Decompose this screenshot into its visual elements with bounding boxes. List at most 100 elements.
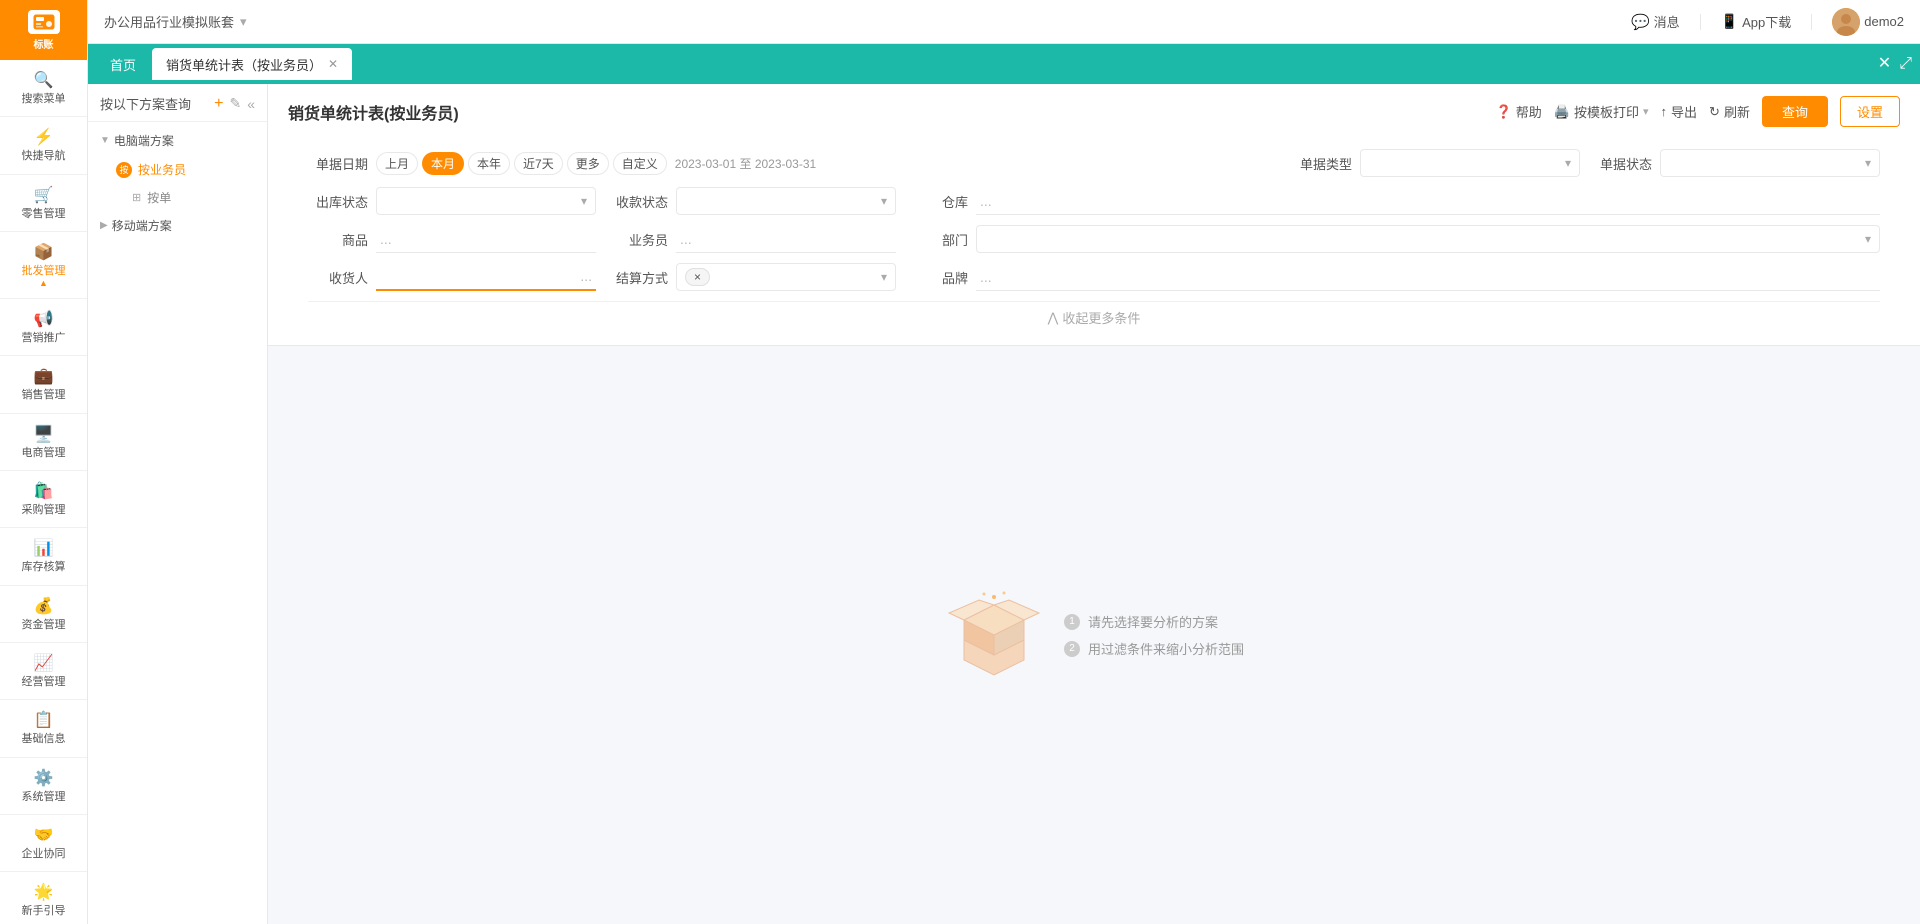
sidebar-item-operations[interactable]: 📈 经营管理: [0, 643, 87, 700]
department-select[interactable]: ▾: [976, 225, 1880, 253]
collapse-icon: ⋀: [1048, 310, 1059, 326]
collapse-more-btn[interactable]: ⋀ 收起更多条件: [308, 301, 1880, 333]
product-input[interactable]: ...: [376, 225, 596, 253]
print-label: 按模板打印: [1574, 102, 1639, 121]
scheme-group-mobile-label: 移动端方案: [112, 217, 172, 234]
doc-type-select[interactable]: ▾: [1360, 149, 1580, 177]
finance-icon: 💰: [34, 596, 54, 616]
breadcrumb-dropdown-icon[interactable]: ▾: [240, 14, 247, 30]
tab-home[interactable]: 首页: [96, 48, 150, 80]
sidebar-item-search[interactable]: 🔍 搜索菜单: [0, 60, 87, 117]
header-right: 💬 消息 📱 App下载 demo2: [1631, 8, 1904, 36]
print-btn[interactable]: 🖨️ 按模板打印 ▾: [1554, 102, 1649, 121]
sidebar: 标账 🔍 搜索菜单 ⚡ 快捷导航 🛒 零售管理 📦 批发管理 ▲ 📢 营销推广 …: [0, 0, 88, 924]
message-btn[interactable]: 💬 消息: [1631, 12, 1680, 31]
print-dropdown-icon: ▾: [1643, 105, 1649, 118]
sidebar-item-shortcut[interactable]: ⚡ 快捷导航: [0, 117, 87, 174]
export-label: 导出: [1671, 102, 1697, 121]
product-dots: ...: [380, 231, 392, 247]
tip-num-2: 2: [1064, 641, 1080, 657]
warehouse-input[interactable]: ...: [976, 187, 1880, 215]
sidebar-item-system[interactable]: ⚙️ 系统管理: [0, 758, 87, 815]
empty-tips: 1 请先选择要分析的方案 2 用过滤条件来缩小分析范围: [1064, 612, 1244, 658]
empty-tip-1-text: 请先选择要分析的方案: [1088, 612, 1218, 631]
date-btn-this-year[interactable]: 本年: [468, 152, 510, 175]
sidebar-item-marketing[interactable]: 📢 营销推广: [0, 299, 87, 356]
sidebar-item-basic-info[interactable]: 📋 基础信息: [0, 700, 87, 757]
empty-tip-2-text: 用过滤条件来缩小分析范围: [1088, 639, 1244, 658]
app-download-btn[interactable]: 📱 App下载: [1721, 12, 1792, 31]
sidebar-item-sales[interactable]: 💼 销售管理: [0, 356, 87, 413]
user-profile[interactable]: demo2: [1832, 8, 1904, 36]
scheme-item-label: 按业务员: [138, 161, 186, 178]
query-button[interactable]: 查询: [1762, 96, 1828, 127]
date-range-text: 2023-03-01 至 2023-03-31: [675, 155, 816, 172]
scheme-group-desktop-header[interactable]: ▼ 电脑端方案: [88, 126, 267, 155]
tab-sales-stat[interactable]: 销货单统计表（按业务员） ✕: [152, 48, 352, 80]
collapse-panel-btn[interactable]: «: [247, 96, 255, 112]
sidebar-item-label: 营销推广: [22, 331, 66, 345]
sidebar-item-label: 电商管理: [22, 446, 66, 460]
date-btn-more[interactable]: 更多: [567, 152, 609, 175]
setting-button[interactable]: 设置: [1840, 96, 1900, 127]
empty-box-svg: [944, 585, 1044, 685]
out-status-select[interactable]: ▾: [376, 187, 596, 215]
tab-close-all-icon[interactable]: ✕: [1878, 56, 1891, 72]
sidebar-item-wholesale[interactable]: 📦 批发管理 ▲: [0, 232, 87, 299]
left-panel: 按以下方案查询 + ✎ « ▼ 电脑端方案 按 按业务员 ⊞ 按单: [88, 84, 268, 924]
avatar: [1832, 8, 1860, 36]
salesperson-input[interactable]: ...: [676, 225, 896, 253]
sidebar-item-inventory[interactable]: 📊 库存核算: [0, 528, 87, 585]
left-panel-actions: + ✎ «: [214, 95, 255, 113]
receiver-text-input[interactable]: [380, 269, 580, 284]
receiver-input[interactable]: ...: [376, 263, 596, 291]
brand-label: 品牌: [908, 268, 976, 287]
date-btn-this-month[interactable]: 本月: [422, 152, 464, 175]
marketing-icon: 📢: [34, 309, 54, 329]
help-label: 帮助: [1516, 102, 1542, 121]
doc-status-select[interactable]: ▾: [1660, 149, 1880, 177]
retail-icon: 🛒: [34, 185, 54, 205]
sub-item-icon: ⊞: [132, 191, 141, 204]
help-icon: ❓: [1496, 104, 1512, 120]
scheme-group-mobile-header[interactable]: ▶ 移动端方案: [88, 211, 267, 240]
receive-status-dropdown-icon: ▾: [881, 194, 887, 208]
edit-scheme-btn[interactable]: ✎: [229, 95, 241, 112]
sidebar-item-ecommerce[interactable]: 🖥️ 电商管理: [0, 414, 87, 471]
page-header: 销货单统计表(按业务员) ❓ 帮助 🖨️ 按模板打印 ▾: [268, 84, 1920, 346]
date-btn-7days[interactable]: 近7天: [514, 152, 563, 175]
scheme-item-icon: 按: [116, 162, 132, 178]
refresh-btn[interactable]: ↻ 刷新: [1709, 102, 1750, 121]
sidebar-item-finance[interactable]: 💰 资金管理: [0, 586, 87, 643]
sidebar-item-purchase[interactable]: 🛍️ 采购管理: [0, 471, 87, 528]
refresh-label: 刷新: [1724, 102, 1750, 121]
brand-input[interactable]: ...: [976, 263, 1880, 291]
message-label: 消息: [1654, 12, 1680, 31]
settle-method-select[interactable]: × ▾: [676, 263, 896, 291]
sidebar-item-guide[interactable]: 🌟 新手引导: [0, 872, 87, 924]
sidebar-item-retail[interactable]: 🛒 零售管理: [0, 175, 87, 232]
chevron-down-icon: ▼: [100, 135, 110, 146]
empty-state: 1 请先选择要分析的方案 2 用过滤条件来缩小分析范围: [944, 585, 1244, 685]
page-actions: ❓ 帮助 🖨️ 按模板打印 ▾ ↑ 导出: [1496, 102, 1750, 121]
tab-close-icon[interactable]: ✕: [328, 58, 338, 70]
scheme-item-salesperson[interactable]: 按 按业务员: [88, 155, 267, 184]
sidebar-item-collab[interactable]: 🤝 企业协同: [0, 815, 87, 872]
add-scheme-btn[interactable]: +: [214, 95, 223, 113]
scheme-sub-item-label: 按单: [147, 189, 171, 206]
help-btn[interactable]: ❓ 帮助: [1496, 102, 1542, 121]
sidebar-item-label: 零售管理: [22, 207, 66, 221]
date-btn-custom[interactable]: 自定义: [613, 152, 667, 175]
settle-method-tag-close[interactable]: ×: [694, 270, 701, 284]
tab-maximize-icon[interactable]: ⤢: [1899, 56, 1912, 72]
top-header: 办公用品行业模拟账套 ▾ 💬 消息 📱 App下载: [88, 0, 1920, 44]
ecommerce-icon: 🖥️: [34, 424, 54, 444]
search-icon: 🔍: [34, 70, 54, 90]
scheme-sub-item-by-order[interactable]: ⊞ 按单: [88, 184, 267, 211]
export-btn[interactable]: ↑ 导出: [1661, 102, 1698, 121]
date-btn-last-month[interactable]: 上月: [376, 152, 418, 175]
page-title: 销货单统计表(按业务员): [288, 100, 459, 124]
doc-type-label: 单据类型: [1292, 154, 1360, 173]
receive-status-select[interactable]: ▾: [676, 187, 896, 215]
empty-tip-2: 2 用过滤条件来缩小分析范围: [1064, 639, 1244, 658]
